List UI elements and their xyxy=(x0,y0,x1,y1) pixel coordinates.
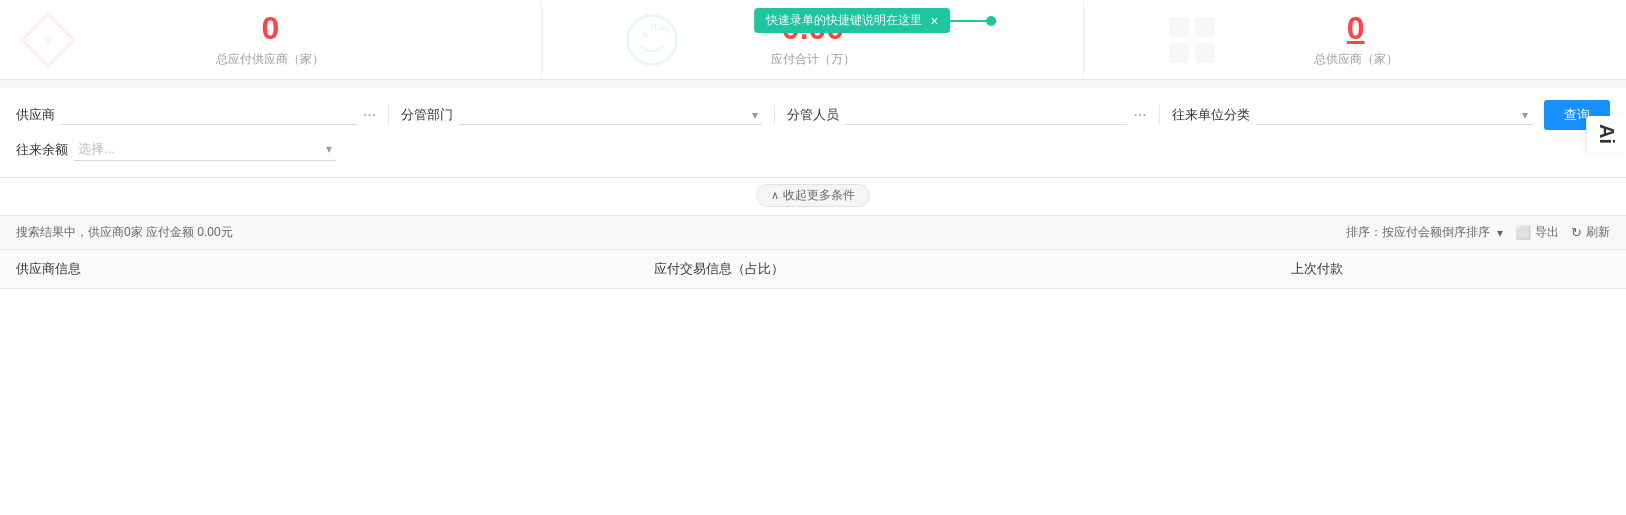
filter-divider-1 xyxy=(388,105,389,125)
unit-category-select[interactable]: ▾ xyxy=(1256,106,1532,125)
supplier-label: 供应商 xyxy=(16,106,55,124)
sort-label: 排序：按应付会额倒序排序 xyxy=(1346,224,1490,241)
filter-row-2: 往来余额 选择... ▾ xyxy=(16,138,1610,161)
table-header: 供应商信息 应付交易信息（占比） 上次付款 xyxy=(0,250,1626,289)
export-label: 导出 xyxy=(1535,224,1559,241)
result-actions: 排序：按应付会额倒序排序 ▾ ⬜ 导出 ↻ 刷新 xyxy=(1346,224,1610,241)
filter-group-balance: 往来余额 选择... ▾ xyxy=(16,138,336,161)
result-bar: 搜索结果中，供应商0家 应付金额 0.00元 排序：按应付会额倒序排序 ▾ ⬜ … xyxy=(0,216,1626,250)
filter-group-supplier: 供应商 ··· xyxy=(16,105,376,125)
person-input[interactable] xyxy=(845,105,1128,125)
collapse-button[interactable]: ∧ 收起更多条件 xyxy=(756,184,870,207)
refresh-button[interactable]: ↻ 刷新 xyxy=(1571,224,1610,241)
balance-chevron-icon: ▾ xyxy=(326,142,332,156)
refresh-icon: ↻ xyxy=(1571,225,1582,240)
supplier-dots-btn[interactable]: ··· xyxy=(363,106,376,124)
total-suppliers-label: 总供应商（家） xyxy=(1314,51,1398,68)
stats-bar: ¥ 0 总应付供应商（家） 快速录单的快捷键说明在这里 × 0.00 应付合计（… xyxy=(0,0,1626,80)
balance-placeholder: 选择... xyxy=(78,140,326,158)
ai-panel[interactable]: Ai xyxy=(1586,116,1626,152)
export-icon: ⬜ xyxy=(1515,225,1531,240)
department-label: 分管部门 xyxy=(401,106,453,124)
filter-bar: 供应商 ··· 分管部门 ▾ 分管人员 ··· 往来单位分类 ▾ xyxy=(0,88,1626,178)
person-dots-btn[interactable]: ··· xyxy=(1133,106,1146,124)
filter-group-unit-category: 往来单位分类 ▾ xyxy=(1172,106,1532,125)
filter-group-person: 分管人员 ··· xyxy=(787,105,1147,125)
table-col-payable-info: 应付交易信息（占比） xyxy=(654,260,1292,278)
table-col-supplier-info: 供应商信息 xyxy=(16,260,654,278)
svg-rect-7 xyxy=(1196,17,1216,37)
svg-text:¥: ¥ xyxy=(43,34,52,49)
tooltip-text: 快速录单的快捷键说明在这里 xyxy=(766,12,922,29)
stat-payable-total: 快速录单的快捷键说明在这里 × 0.00 应付合计（万） xyxy=(543,0,1085,79)
sort-chevron-icon: ▾ xyxy=(1497,226,1503,240)
department-chevron-icon: ▾ xyxy=(752,108,758,122)
person-label: 分管人员 xyxy=(787,106,839,124)
balance-select[interactable]: 选择... ▾ xyxy=(74,138,336,161)
total-suppliers-value: 0 xyxy=(1347,11,1365,46)
refresh-label: 刷新 xyxy=(1586,224,1610,241)
filter-group-department: 分管部门 ▾ xyxy=(401,106,761,125)
unit-category-label: 往来单位分类 xyxy=(1172,106,1250,124)
svg-rect-8 xyxy=(1170,43,1190,63)
svg-rect-9 xyxy=(1196,43,1216,63)
table-body xyxy=(0,289,1626,515)
filter-divider-2 xyxy=(774,105,775,125)
svg-rect-6 xyxy=(1170,17,1190,37)
stat-total-suppliers: 0 总供应商（家） xyxy=(1085,0,1626,79)
filter-row-1: 供应商 ··· 分管部门 ▾ 分管人员 ··· 往来单位分类 ▾ xyxy=(16,100,1610,130)
collapse-bar: ∧ 收起更多条件 xyxy=(0,178,1626,216)
tooltip-bar: 快速录单的快捷键说明在这里 × xyxy=(754,8,950,33)
piggy-icon xyxy=(624,12,680,68)
balance-label: 往来余额 xyxy=(16,141,68,159)
tooltip-dot xyxy=(986,16,996,26)
collapse-label: 收起更多条件 xyxy=(783,187,855,204)
payable-total-label: 应付合计（万） xyxy=(771,51,855,68)
svg-point-3 xyxy=(642,32,647,37)
unit-category-chevron-icon: ▾ xyxy=(1522,108,1528,122)
tooltip-close-btn[interactable]: × xyxy=(930,14,938,28)
payable-suppliers-value: 0 xyxy=(261,11,279,46)
stat-payable-suppliers: ¥ 0 总应付供应商（家） xyxy=(0,0,542,79)
grid-icon-bg xyxy=(1166,14,1218,66)
filter-divider-3 xyxy=(1159,105,1160,125)
ai-panel-label: Ai xyxy=(1596,124,1618,144)
department-select[interactable]: ▾ xyxy=(459,106,761,125)
export-button[interactable]: ⬜ 导出 xyxy=(1515,224,1559,241)
payable-suppliers-label: 总应付供应商（家） xyxy=(216,51,324,68)
sort-select[interactable]: 排序：按应付会额倒序排序 ▾ xyxy=(1346,224,1503,241)
result-summary: 搜索结果中，供应商0家 应付金额 0.00元 xyxy=(16,224,233,241)
collapse-up-icon: ∧ xyxy=(771,189,779,202)
supplier-input[interactable] xyxy=(61,105,357,125)
table-col-last-payment: 上次付款 xyxy=(1291,260,1610,278)
